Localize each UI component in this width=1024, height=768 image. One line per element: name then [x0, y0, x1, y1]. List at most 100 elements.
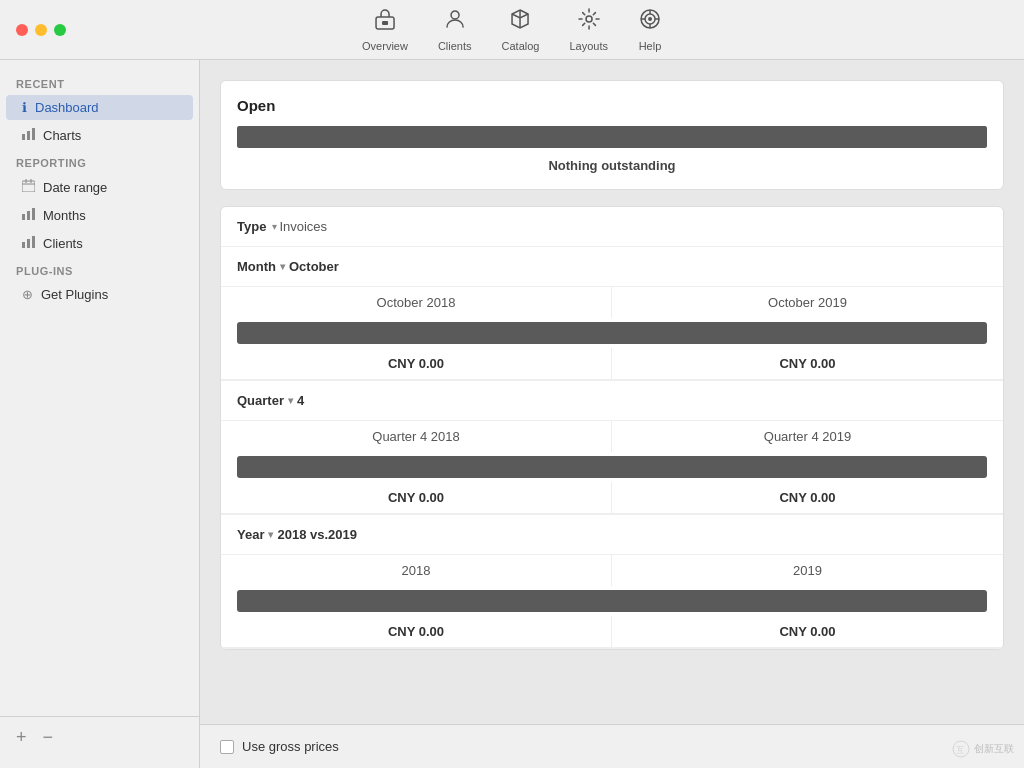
watermark: 互 创新互联	[952, 740, 1014, 758]
add-button[interactable]: +	[16, 727, 27, 748]
quarter-chevron-icon: ▾	[288, 395, 293, 406]
layouts-icon	[577, 7, 601, 37]
open-progress-bar	[237, 126, 987, 148]
quarter-year-labels: Quarter 4 2018 Quarter 4 2019	[221, 421, 1003, 452]
quarter-section: Quarter ▾ 4 Quarter 4 2018 Quarter 4 201…	[221, 381, 1003, 515]
year-col2-label: 2019	[612, 555, 1003, 586]
sidebar: RECENT ℹ Dashboard Charts REPORTING Date…	[0, 60, 200, 768]
nav-label-overview: Overview	[362, 40, 408, 52]
window-controls	[16, 24, 66, 36]
year-data-bar	[237, 590, 987, 612]
main-nav: Overview Clients Catalog	[362, 7, 662, 52]
svg-point-6	[648, 17, 652, 21]
month-value[interactable]: October	[289, 259, 339, 274]
close-button[interactable]	[16, 24, 28, 36]
svg-rect-1	[382, 21, 388, 25]
year-year-labels: 2018 2019	[221, 555, 1003, 586]
quarter-value[interactable]: 4	[297, 393, 304, 408]
year-label: Year	[237, 527, 264, 542]
remove-button[interactable]: −	[43, 727, 54, 748]
gross-prices-label: Use gross prices	[242, 739, 339, 754]
titlebar: Overview Clients Catalog	[0, 0, 1024, 60]
watermark-text: 创新互联	[974, 742, 1014, 756]
month-chevron-icon: ▾	[280, 261, 285, 272]
year-value[interactable]: 2018 vs.2019	[277, 527, 357, 542]
add-plugin-icon: ⊕	[22, 287, 33, 302]
sidebar-item-dashboard[interactable]: ℹ Dashboard	[6, 95, 193, 120]
nav-item-overview[interactable]: Overview	[362, 7, 408, 52]
info-icon: ℹ	[22, 100, 27, 115]
month-col1-label: October 2018	[221, 287, 612, 318]
year-col1-label: 2018	[221, 555, 612, 586]
quarter-header: Quarter ▾ 4	[221, 381, 1003, 421]
svg-rect-20	[32, 208, 35, 220]
footer: Use gross prices	[200, 724, 1024, 768]
sidebar-item-clients[interactable]: Clients	[6, 230, 193, 256]
year-bar-row	[221, 586, 1003, 616]
nav-label-help: Help	[639, 40, 662, 52]
nav-item-layouts[interactable]: Layouts	[569, 7, 608, 52]
clients-sidebar-icon	[22, 235, 35, 251]
date-range-icon	[22, 179, 35, 195]
minimize-button[interactable]	[35, 24, 47, 36]
open-bar	[237, 126, 987, 148]
sidebar-bottom: + −	[0, 716, 199, 758]
month-data-bar	[237, 322, 987, 344]
clients-icon	[443, 7, 467, 37]
svg-rect-19	[27, 211, 30, 220]
sidebar-item-get-plugins[interactable]: ⊕ Get Plugins	[6, 282, 193, 307]
month-header: Month ▾ October	[221, 247, 1003, 287]
type-dropdown[interactable]: ▾ Invoices	[272, 219, 327, 234]
year-amount-col2: CNY 0.00	[612, 616, 1003, 647]
month-amount-col2: CNY 0.00	[612, 348, 1003, 379]
svg-point-2	[451, 11, 459, 19]
open-section: Open Nothing outstanding	[221, 81, 1003, 189]
nav-item-help[interactable]: Help	[638, 7, 662, 52]
gross-prices-checkbox[interactable]	[220, 740, 234, 754]
quarter-amount-col2: CNY 0.00	[612, 482, 1003, 513]
year-header: Year ▾ 2018 vs.2019	[221, 515, 1003, 555]
svg-rect-18	[22, 214, 25, 220]
main-layout: RECENT ℹ Dashboard Charts REPORTING Date…	[0, 60, 1024, 768]
year-section: Year ▾ 2018 vs.2019 2018 2019 CNY 0.00 C…	[221, 515, 1003, 649]
svg-rect-14	[22, 181, 35, 192]
quarter-amount-row: CNY 0.00 CNY 0.00	[221, 482, 1003, 514]
quarter-data-bar	[237, 456, 987, 478]
sidebar-item-label-get-plugins: Get Plugins	[41, 287, 108, 302]
sidebar-item-label-clients: Clients	[43, 236, 83, 251]
sidebar-item-label-date-range: Date range	[43, 180, 107, 195]
nothing-outstanding: Nothing outstanding	[237, 158, 987, 173]
nav-label-catalog: Catalog	[502, 40, 540, 52]
maximize-button[interactable]	[54, 24, 66, 36]
type-row: Type ▾ Invoices	[221, 207, 1003, 247]
chevron-icon: ▾	[272, 221, 277, 232]
sidebar-item-label-charts: Charts	[43, 128, 81, 143]
quarter-bar-row	[221, 452, 1003, 482]
charts-icon	[22, 127, 35, 143]
svg-rect-21	[22, 242, 25, 248]
section-label-reporting: REPORTING	[0, 149, 199, 173]
open-title: Open	[237, 97, 987, 114]
month-section: Month ▾ October October 2018 October 201…	[221, 247, 1003, 381]
section-label-recent: RECENT	[0, 70, 199, 94]
sidebar-item-label-dashboard: Dashboard	[35, 100, 99, 115]
nav-label-layouts: Layouts	[569, 40, 608, 52]
section-label-plugins: PLUG-INS	[0, 257, 199, 281]
svg-rect-12	[27, 131, 30, 140]
sidebar-item-months[interactable]: Months	[6, 202, 193, 228]
open-card: Open Nothing outstanding	[220, 80, 1004, 190]
sidebar-item-date-range[interactable]: Date range	[6, 174, 193, 200]
month-amount-col1: CNY 0.00	[221, 348, 612, 379]
nav-label-clients: Clients	[438, 40, 472, 52]
overview-icon	[373, 7, 397, 37]
month-bar-row	[221, 318, 1003, 348]
catalog-icon	[508, 7, 532, 37]
quarter-label: Quarter	[237, 393, 284, 408]
sidebar-item-charts[interactable]: Charts	[6, 122, 193, 148]
nav-item-catalog[interactable]: Catalog	[502, 7, 540, 52]
quarter-col2-label: Quarter 4 2019	[612, 421, 1003, 452]
quarter-amount-col1: CNY 0.00	[221, 482, 612, 513]
help-icon	[638, 7, 662, 37]
nav-item-clients[interactable]: Clients	[438, 7, 472, 52]
year-amount-col1: CNY 0.00	[221, 616, 612, 647]
